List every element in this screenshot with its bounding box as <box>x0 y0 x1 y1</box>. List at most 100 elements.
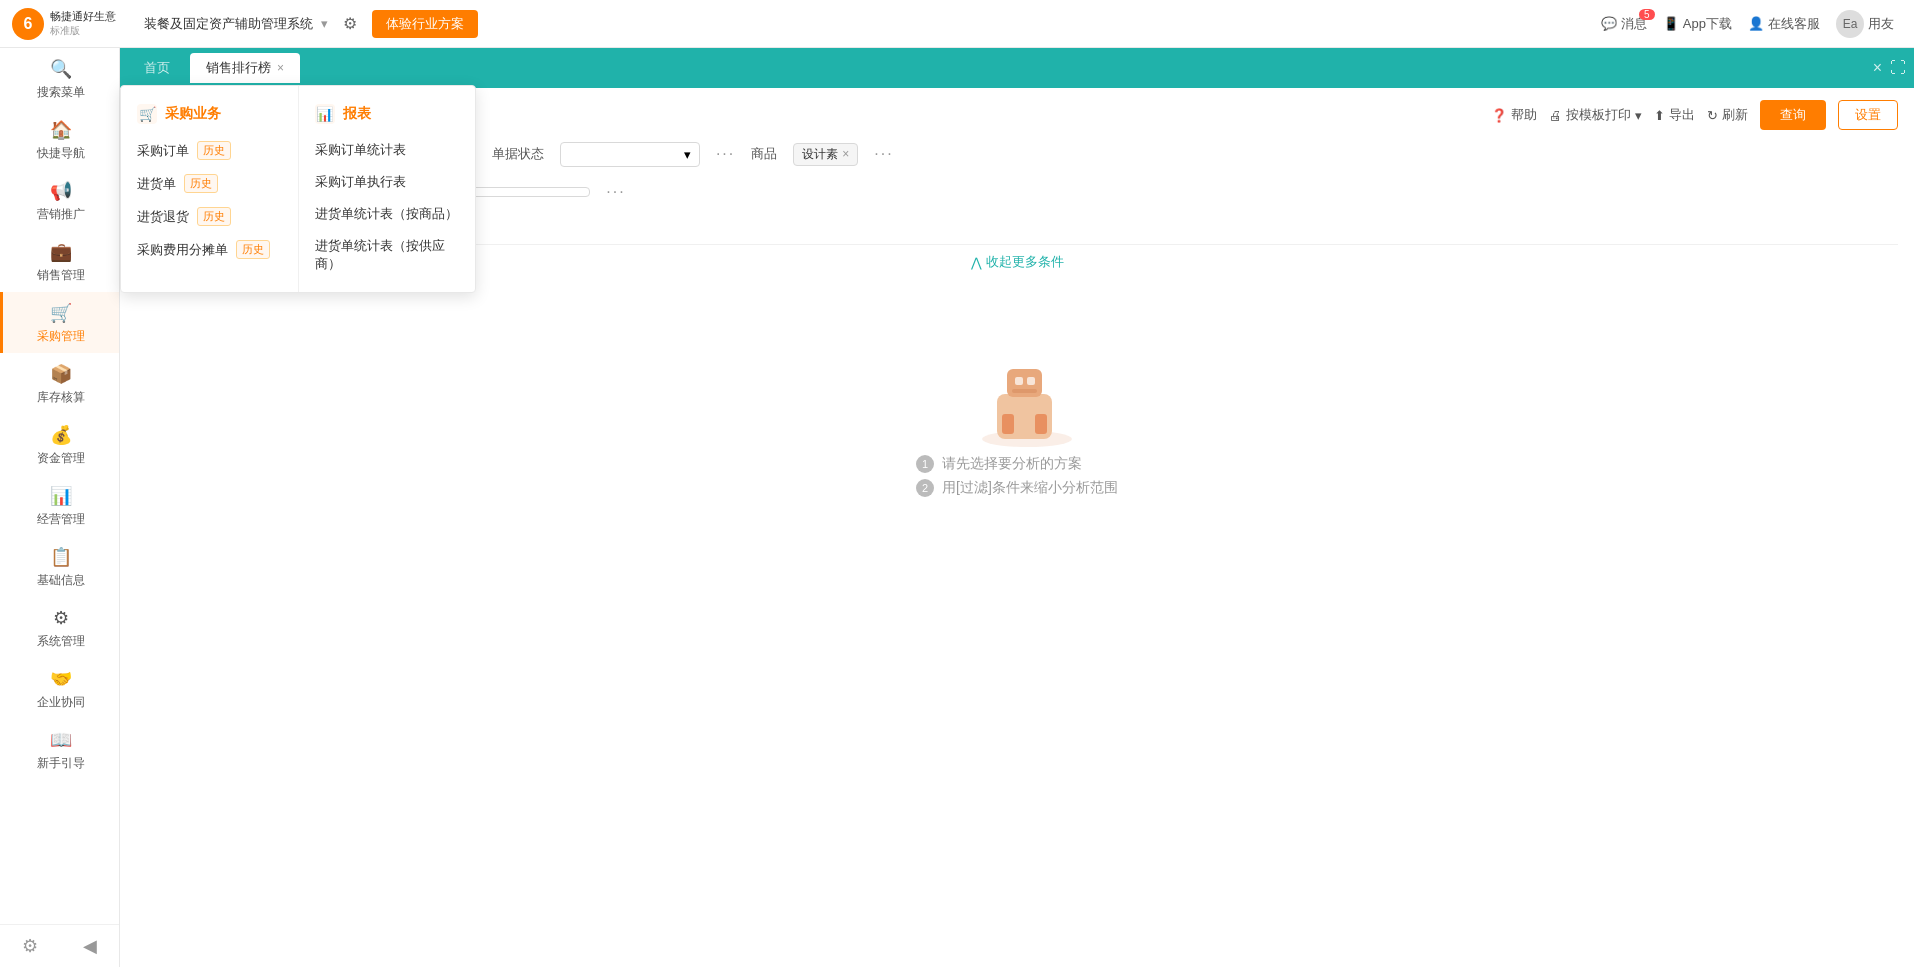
voucher-status-more[interactable]: ··· <box>716 145 735 163</box>
salesperson-more[interactable]: ··· <box>606 183 625 201</box>
sidebar-label-finance: 资金管理 <box>37 450 85 467</box>
sidebar-item-marketing[interactable]: 📢 营销推广 <box>0 170 119 231</box>
sidebar: 🔍 搜索菜单 🏠 快捷导航 📢 营销推广 💼 销售管理 🛒 采购管理 📦 库存核… <box>0 48 120 967</box>
svg-rect-3 <box>1015 377 1023 385</box>
dropdown-report-col: 📊 报表 采购订单统计表 采购订单执行表 进货单统计表（按商品） 进货单统计表（… <box>299 86 476 292</box>
tab-salesrank[interactable]: 销售排行榜 × <box>190 53 300 83</box>
system-title: 装餐及固定资产辅助管理系统 <box>144 15 313 33</box>
history-badge-return[interactable]: 历史 <box>197 207 231 226</box>
empty-tips: 1 请先选择要分析的方案 2 用[过滤]条件来缩小分析范围 <box>916 455 1118 497</box>
online-service-item[interactable]: 👤 在线客服 <box>1748 15 1820 33</box>
system-dropdown-arrow[interactable]: ▾ <box>321 16 328 31</box>
system-icon: ⚙ <box>53 607 69 629</box>
operations-icon: 📊 <box>50 485 72 507</box>
messages-item[interactable]: 💬 消息 5 <box>1601 15 1647 33</box>
svg-rect-5 <box>1012 389 1037 393</box>
print-dropdown-icon[interactable]: ▾ <box>1635 108 1642 123</box>
tab-close-all-icon[interactable]: × <box>1873 59 1882 77</box>
industry-btn[interactable]: 体验行业方案 <box>372 10 478 38</box>
dropdown-item-return[interactable]: 进货退货 历史 <box>121 200 298 233</box>
history-badge-inbound[interactable]: 历史 <box>184 174 218 193</box>
svg-rect-6 <box>1002 414 1014 434</box>
dropdown-business-col: 🛒 采购业务 采购订单 历史 进货单 历史 进货退货 历史 采购费用分摊单 历史 <box>121 86 299 292</box>
goods-label: 商品 <box>751 145 777 163</box>
report-header-icon: 📊 <box>315 104 335 124</box>
app-download-item[interactable]: 📱 App下载 <box>1663 15 1732 33</box>
logo-sub: 标准版 <box>50 24 116 38</box>
tab-salesrank-label: 销售排行榜 <box>206 59 271 77</box>
settings-button[interactable]: 设置 <box>1838 100 1898 130</box>
search-icon: 🔍 <box>50 58 72 80</box>
export-icon: ⬆ <box>1654 108 1665 123</box>
print-btn[interactable]: 🖨 按模板打印 ▾ <box>1549 106 1642 124</box>
query-button[interactable]: 查询 <box>1760 100 1826 130</box>
top-center: 装餐及固定资产辅助管理系统 ▾ ⚙ 体验行业方案 <box>132 10 1601 38</box>
sidebar-item-operations[interactable]: 📊 经营管理 <box>0 475 119 536</box>
sidebar-label-purchase: 采购管理 <box>37 328 85 345</box>
voucher-status-select[interactable]: ▾ <box>560 142 700 167</box>
dropdown-item-expense[interactable]: 采购费用分摊单 历史 <box>121 233 298 266</box>
dropdown-item-order-exec[interactable]: 采购订单执行表 <box>299 166 476 198</box>
user-item[interactable]: Ea 用友 <box>1836 10 1894 38</box>
export-btn[interactable]: ⬆ 导出 <box>1654 106 1695 124</box>
history-badge-expense[interactable]: 历史 <box>236 240 270 259</box>
enterprise-icon: 🤝 <box>50 668 72 690</box>
sidebar-bottom: ⚙ ◀ <box>0 924 119 967</box>
logo-area: 6 畅捷通好生意 标准版 <box>12 8 132 40</box>
marketing-icon: 📢 <box>50 180 72 202</box>
goods-tag[interactable]: 设计素 × <box>793 143 858 166</box>
guide-icon: 📖 <box>50 729 72 751</box>
sidebar-item-basicinfo[interactable]: 📋 基础信息 <box>0 536 119 597</box>
home-icon: 🏠 <box>50 119 72 141</box>
sidebar-settings-icon[interactable]: ⚙ <box>22 935 38 957</box>
help-icon: ❓ <box>1491 108 1507 123</box>
top-right: 💬 消息 5 📱 App下载 👤 在线客服 Ea 用友 <box>1601 10 1902 38</box>
sidebar-item-quicknav[interactable]: 🏠 快捷导航 <box>0 109 119 170</box>
sidebar-label-operations: 经营管理 <box>37 511 85 528</box>
sidebar-item-system[interactable]: ⚙ 系统管理 <box>0 597 119 658</box>
top-bar: 6 畅捷通好生意 标准版 装餐及固定资产辅助管理系统 ▾ ⚙ 体验行业方案 💬 … <box>0 0 1914 48</box>
basicinfo-icon: 📋 <box>50 546 72 568</box>
refresh-btn[interactable]: ↻ 刷新 <box>1707 106 1748 124</box>
message-badge: 5 <box>1639 9 1655 20</box>
dropdown-business-header: 🛒 采购业务 <box>121 98 298 134</box>
sidebar-label-search: 搜索菜单 <box>37 84 85 101</box>
svg-rect-4 <box>1027 377 1035 385</box>
sidebar-item-purchase[interactable]: 🛒 采购管理 <box>0 292 119 353</box>
sales-icon: 💼 <box>50 241 72 263</box>
phone-icon: 📱 <box>1663 16 1679 31</box>
voucher-status-label: 单据状态 <box>492 145 544 163</box>
sidebar-item-finance[interactable]: 💰 资金管理 <box>0 414 119 475</box>
goods-tag-remove[interactable]: × <box>842 147 849 161</box>
goods-more[interactable]: ··· <box>874 145 893 163</box>
sidebar-label-quicknav: 快捷导航 <box>37 145 85 162</box>
dropdown-item-inbound[interactable]: 进货单 历史 <box>121 167 298 200</box>
sidebar-label-marketing: 营销推广 <box>37 206 85 223</box>
sidebar-item-search[interactable]: 🔍 搜索菜单 <box>0 48 119 109</box>
help-btn[interactable]: ❓ 帮助 <box>1491 106 1537 124</box>
sidebar-label-enterprise: 企业协同 <box>37 694 85 711</box>
finance-icon: 💰 <box>50 424 72 446</box>
dropdown-item-order-stats[interactable]: 采购订单统计表 <box>299 134 476 166</box>
tab-bar-right: × ⛶ <box>1873 59 1906 77</box>
sidebar-item-guide[interactable]: 📖 新手引导 <box>0 719 119 780</box>
history-badge-purchase-order[interactable]: 历史 <box>197 141 231 160</box>
business-header-icon: 🛒 <box>137 104 157 124</box>
inventory-icon: 📦 <box>50 363 72 385</box>
sidebar-item-inventory[interactable]: 📦 库存核算 <box>0 353 119 414</box>
dropdown-item-inbound-goods[interactable]: 进货单统计表（按商品） <box>299 198 476 230</box>
logo-text: 畅捷通好生意 <box>50 9 116 23</box>
dropdown-item-inbound-supplier[interactable]: 进货单统计表（按供应商） <box>299 230 476 280</box>
tab-expand-icon[interactable]: ⛶ <box>1890 59 1906 77</box>
sidebar-label-inventory: 库存核算 <box>37 389 85 406</box>
purchase-icon: 🛒 <box>50 302 72 324</box>
print-icon: 🖨 <box>1549 108 1562 123</box>
sidebar-item-sales[interactable]: 💼 销售管理 <box>0 231 119 292</box>
topbar-settings-icon[interactable]: ⚙ <box>336 10 364 38</box>
sidebar-item-enterprise[interactable]: 🤝 企业协同 <box>0 658 119 719</box>
sidebar-collapse-icon[interactable]: ◀ <box>83 935 97 957</box>
svg-rect-7 <box>1035 414 1047 434</box>
dropdown-item-purchase-order[interactable]: 采购订单 历史 <box>121 134 298 167</box>
tab-salesrank-close[interactable]: × <box>277 61 284 75</box>
tab-home[interactable]: 首页 <box>128 53 186 83</box>
